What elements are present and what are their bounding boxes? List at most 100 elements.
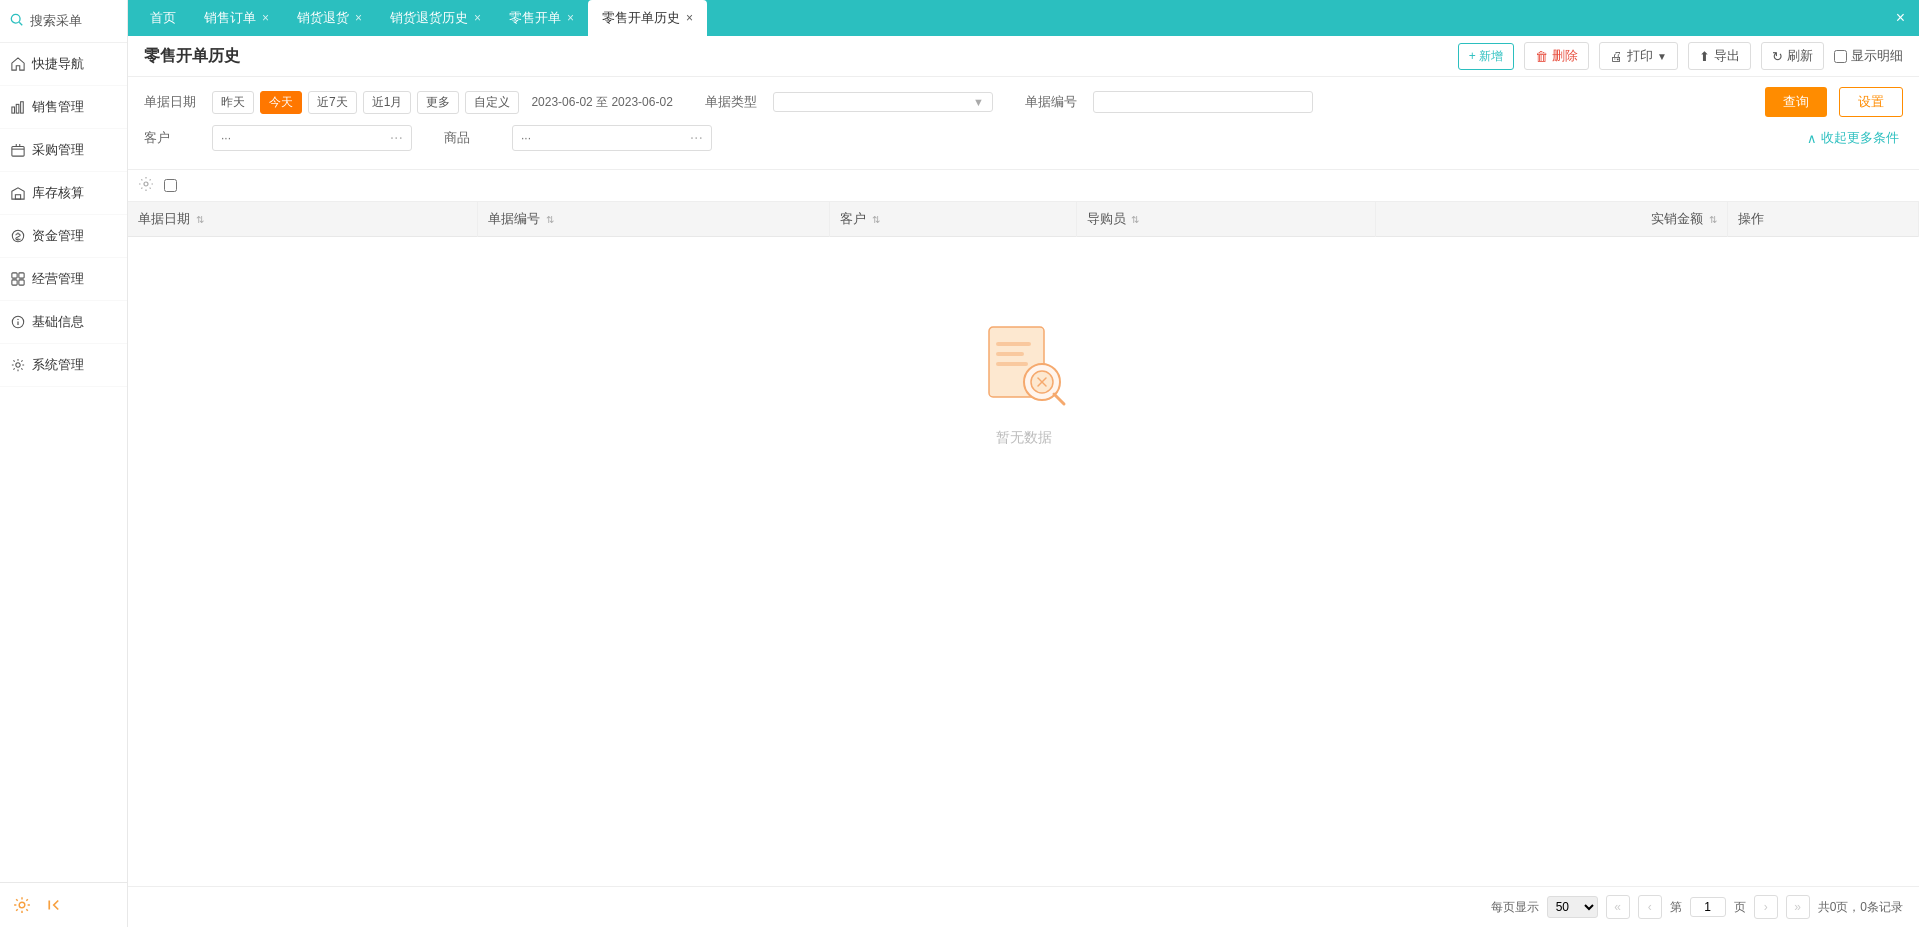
svg-point-0 xyxy=(11,14,20,23)
sidebar-item-label: 经营管理 xyxy=(32,270,84,288)
data-table: 单据日期 ⇅ 单据编号 ⇅ 客户 ⇅ 导购员 ⇅ xyxy=(128,202,1919,237)
customer-field[interactable] xyxy=(221,131,390,145)
doc-type-label: 单据类型 xyxy=(705,93,761,111)
sidebar-search[interactable]: 搜索采单 xyxy=(0,0,127,43)
prev-page-btn[interactable]: ‹ xyxy=(1638,895,1662,919)
svg-line-24 xyxy=(1054,394,1064,404)
total-text: 共0页，0条记录 xyxy=(1818,899,1903,916)
last-page-btn[interactable]: » xyxy=(1786,895,1810,919)
page-input[interactable] xyxy=(1690,897,1726,917)
pagination: 每页显示 50 10 20 100 « ‹ 第 页 › » 共0页，0条记录 xyxy=(128,886,1919,927)
print-button[interactable]: 🖨 打印 ▼ xyxy=(1599,42,1678,70)
sidebar-item-inventory[interactable]: 库存核算 xyxy=(0,172,127,215)
product-input[interactable]: ··· xyxy=(512,125,712,151)
sidebar-item-purchase-mgmt[interactable]: 采购管理 xyxy=(0,129,127,172)
collapse-btn[interactable]: ∧ 收起更多条件 xyxy=(1803,125,1903,151)
col-no: 单据编号 ⇅ xyxy=(478,202,830,237)
doc-type-select[interactable]: ▼ xyxy=(773,92,993,112)
doc-no-input[interactable] xyxy=(1093,91,1313,113)
tab-retail-history-close[interactable]: × xyxy=(686,11,693,25)
refresh-button[interactable]: ↻ 刷新 xyxy=(1761,42,1824,70)
sidebar-item-sales-mgmt[interactable]: 销售管理 xyxy=(0,86,127,129)
sort-customer-icon[interactable]: ⇅ xyxy=(872,214,880,225)
tab-sales-order[interactable]: 销售订单 × xyxy=(190,0,283,36)
sort-guide-icon[interactable]: ⇅ xyxy=(1131,214,1139,225)
customer-input[interactable]: ··· xyxy=(212,125,412,151)
tab-sales-return-history[interactable]: 销货退货历史 × xyxy=(376,0,495,36)
next-page-btn[interactable]: › xyxy=(1754,895,1778,919)
sort-amount-icon[interactable]: ⇅ xyxy=(1709,214,1717,225)
filter-row-1: 单据日期 昨天 今天 近7天 近1月 更多 自定义 2023-06-02 至 2… xyxy=(144,87,1903,117)
col-date: 单据日期 ⇅ xyxy=(128,202,478,237)
svg-point-14 xyxy=(16,363,20,367)
settings-icon xyxy=(10,357,26,373)
date-btn-yesterday[interactable]: 昨天 xyxy=(212,91,254,114)
refresh-icon: ↻ xyxy=(1772,49,1783,64)
sidebar-item-finance[interactable]: 资金管理 xyxy=(0,215,127,258)
tab-sales-return-label: 销货退货 xyxy=(297,9,349,27)
page-suffix: 页 xyxy=(1734,899,1746,916)
date-btn-custom[interactable]: 自定义 xyxy=(465,91,519,114)
query-button[interactable]: 查询 xyxy=(1765,87,1827,117)
add-button[interactable]: + 新增 xyxy=(1458,43,1514,70)
tab-sales-order-close[interactable]: × xyxy=(262,11,269,25)
col-amount: 实销金额 ⇅ xyxy=(1375,202,1727,237)
collapse-sidebar-icon[interactable] xyxy=(44,893,68,917)
date-btn-7days[interactable]: 近7天 xyxy=(308,91,357,114)
tab-retail-open[interactable]: 零售开单 × xyxy=(495,0,588,36)
svg-rect-5 xyxy=(12,147,24,157)
table-settings-icon[interactable] xyxy=(138,176,154,195)
gear-bottom-icon[interactable] xyxy=(10,893,34,917)
sort-date-icon[interactable]: ⇅ xyxy=(196,214,204,225)
select-all-checkbox[interactable] xyxy=(164,179,177,192)
date-range-display: 2023-06-02 至 2023-06-02 xyxy=(531,94,672,111)
nav-close-btn[interactable]: × xyxy=(1896,9,1905,27)
sidebar-item-label: 库存核算 xyxy=(32,184,84,202)
export-button[interactable]: ⬆ 导出 xyxy=(1688,42,1751,70)
sidebar-item-label: 销售管理 xyxy=(32,98,84,116)
tab-home-label: 首页 xyxy=(150,9,176,27)
product-more-icon: ··· xyxy=(690,129,703,147)
empty-text: 暂无数据 xyxy=(996,429,1052,447)
sidebar-item-label: 基础信息 xyxy=(32,313,84,331)
svg-rect-9 xyxy=(19,273,24,278)
svg-line-1 xyxy=(19,22,22,25)
filter-area: 单据日期 昨天 今天 近7天 近1月 更多 自定义 2023-06-02 至 2… xyxy=(128,77,1919,170)
tab-sales-return-close[interactable]: × xyxy=(355,11,362,25)
svg-rect-8 xyxy=(12,273,17,278)
first-page-btn[interactable]: « xyxy=(1606,895,1630,919)
setting-button[interactable]: 设置 xyxy=(1839,87,1903,117)
tab-sales-order-label: 销售订单 xyxy=(204,9,256,27)
sidebar-item-sys-mgmt[interactable]: 系统管理 xyxy=(0,344,127,387)
date-btn-1month[interactable]: 近1月 xyxy=(363,91,412,114)
date-btn-today[interactable]: 今天 xyxy=(260,91,302,114)
tab-retail-history[interactable]: 零售开单历史 × xyxy=(588,0,707,36)
svg-rect-19 xyxy=(996,342,1031,346)
sort-no-icon[interactable]: ⇅ xyxy=(546,214,554,225)
table-toolbar xyxy=(128,170,1919,202)
sidebar-item-label: 采购管理 xyxy=(32,141,84,159)
main-area: 首页 销售订单 × 销货退货 × 销货退货历史 × 零售开单 × 零售开单历史 … xyxy=(128,0,1919,927)
sidebar-search-label: 搜索采单 xyxy=(30,12,82,30)
warehouse-icon xyxy=(10,185,26,201)
show-detail-input[interactable] xyxy=(1834,50,1847,63)
svg-rect-3 xyxy=(16,104,19,113)
tab-sales-return[interactable]: 销货退货 × xyxy=(283,0,376,36)
export-icon: ⬆ xyxy=(1699,49,1710,64)
sidebar-item-quick-nav[interactable]: 快捷导航 xyxy=(0,43,127,86)
sidebar-item-basic-info[interactable]: 基础信息 xyxy=(0,301,127,344)
product-field[interactable] xyxy=(521,131,690,145)
tab-sales-return-history-close[interactable]: × xyxy=(474,11,481,25)
per-page-select[interactable]: 50 10 20 100 xyxy=(1547,896,1598,918)
tab-retail-open-close[interactable]: × xyxy=(567,11,574,25)
svg-point-17 xyxy=(144,182,148,186)
doc-no-field[interactable] xyxy=(1102,95,1304,109)
sidebar-item-operations[interactable]: 经营管理 xyxy=(0,258,127,301)
tab-home[interactable]: 首页 xyxy=(136,0,190,36)
delete-button[interactable]: 🗑 删除 xyxy=(1524,42,1589,70)
svg-rect-2 xyxy=(12,107,15,113)
tab-retail-history-label: 零售开单历史 xyxy=(602,9,680,27)
show-detail-checkbox[interactable]: 显示明细 xyxy=(1834,47,1903,65)
svg-rect-6 xyxy=(15,195,20,199)
date-btn-more[interactable]: 更多 xyxy=(417,91,459,114)
